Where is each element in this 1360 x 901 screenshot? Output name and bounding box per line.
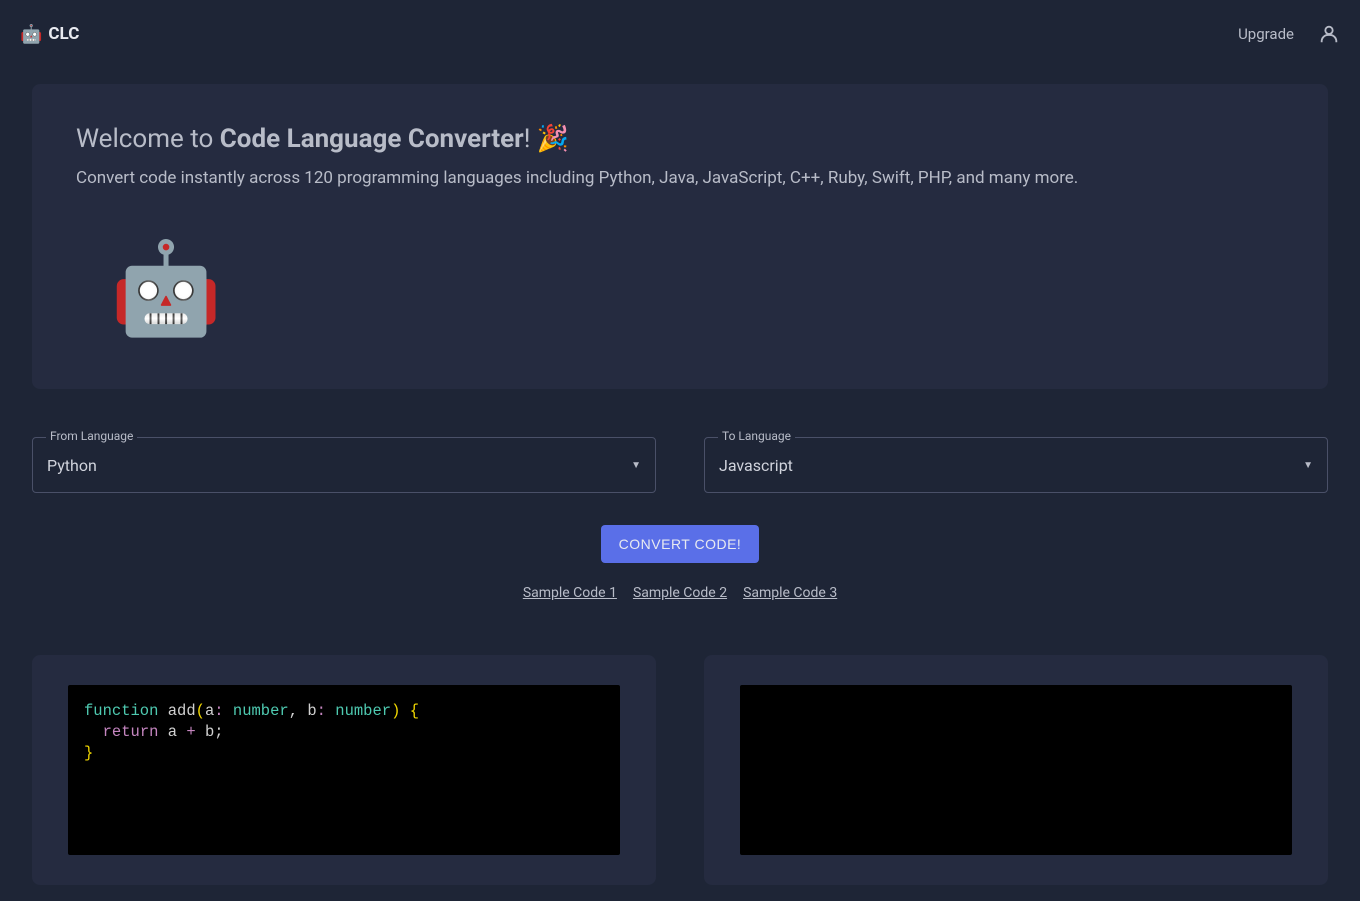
output-code-block[interactable] [740, 685, 1292, 855]
sample-code-1-link[interactable]: Sample Code 1 [523, 585, 617, 601]
welcome-subtitle: Convert code instantly across 120 progra… [76, 168, 1284, 188]
header: 🤖 CLC Upgrade [0, 0, 1360, 68]
welcome-title-bold: Code Language Converter [220, 124, 524, 154]
convert-button[interactable]: CONVERT CODE! [601, 525, 760, 563]
welcome-card: Welcome to Code Language Converter! 🎉 Co… [32, 84, 1328, 389]
robot-emoji-large: 🤖 [110, 236, 222, 341]
sample-code-3-link[interactable]: Sample Code 3 [743, 585, 837, 601]
convert-button-row: CONVERT CODE! [32, 525, 1328, 563]
from-language-value: Python [47, 456, 97, 475]
to-language-wrapper: To Language Javascript ▼ [704, 437, 1328, 493]
selectors-row: From Language Python ▼ To Language Javas… [32, 437, 1328, 493]
source-code-block[interactable]: function add(a: number, b: number) { ret… [68, 685, 620, 855]
chevron-down-icon: ▼ [1303, 460, 1313, 471]
welcome-title-prefix: Welcome to [76, 124, 220, 154]
main: Welcome to Code Language Converter! 🎉 Co… [0, 68, 1360, 901]
upgrade-link[interactable]: Upgrade [1238, 25, 1294, 43]
from-language-select[interactable]: Python ▼ [32, 437, 656, 493]
from-language-wrapper: From Language Python ▼ [32, 437, 656, 493]
output-code-card [704, 655, 1328, 885]
logo-text: CLC [48, 24, 79, 44]
welcome-title-suffix: ! 🎉 [524, 124, 570, 154]
sample-code-2-link[interactable]: Sample Code 2 [633, 585, 727, 601]
user-icon[interactable] [1318, 23, 1340, 45]
source-code-card: function add(a: number, b: number) { ret… [32, 655, 656, 885]
welcome-title: Welcome to Code Language Converter! 🎉 [76, 124, 1284, 154]
to-language-value: Javascript [719, 456, 793, 475]
sample-links: Sample Code 1 Sample Code 2 Sample Code … [32, 585, 1328, 601]
to-language-select[interactable]: Javascript ▼ [704, 437, 1328, 493]
from-language-label: From Language [46, 429, 137, 443]
to-language-label: To Language [718, 429, 795, 443]
robot-icon: 🤖 [20, 24, 42, 45]
logo[interactable]: 🤖 CLC [20, 24, 79, 45]
chevron-down-icon: ▼ [631, 460, 641, 471]
header-right: Upgrade [1238, 23, 1340, 45]
code-row: function add(a: number, b: number) { ret… [32, 655, 1328, 885]
